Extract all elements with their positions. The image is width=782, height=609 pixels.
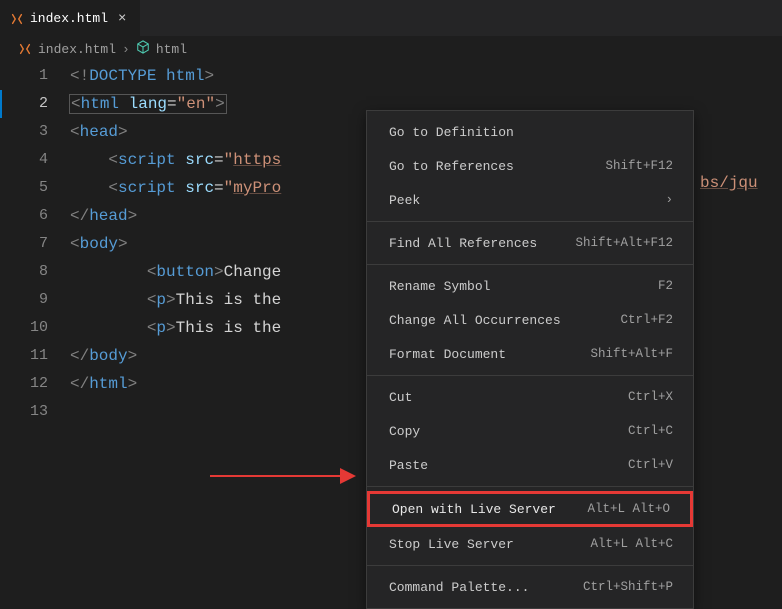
menu-item-label: Change All Occurrences [389, 313, 561, 328]
menu-item-label: Format Document [389, 347, 506, 362]
menu-item-cut[interactable]: Cut Ctrl+X [367, 380, 693, 414]
menu-item-go-to-references[interactable]: Go to References Shift+F12 [367, 149, 693, 183]
chevron-right-icon: › [665, 193, 673, 207]
menu-item-label: Rename Symbol [389, 279, 490, 294]
close-icon[interactable]: × [114, 11, 130, 27]
menu-item-rename-symbol[interactable]: Rename Symbol F2 [367, 269, 693, 303]
menu-item-format-document[interactable]: Format Document Shift+Alt+F [367, 337, 693, 371]
menu-separator [367, 221, 693, 222]
menu-separator [367, 486, 693, 487]
breadcrumb-file[interactable]: index.html [38, 42, 116, 57]
html-file-icon [18, 42, 32, 56]
menu-item-label: Go to Definition [389, 125, 514, 140]
menu-item-paste[interactable]: Paste Ctrl+V [367, 448, 693, 482]
menu-item-label: Peek [389, 193, 420, 208]
menu-item-change-all-occurrences[interactable]: Change All Occurrences Ctrl+F2 [367, 303, 693, 337]
menu-item-shortcut: Shift+Alt+F12 [575, 236, 673, 250]
menu-item-shortcut: Alt+L Alt+C [590, 537, 673, 551]
line-number: 4 [0, 146, 70, 174]
menu-item-open-with-live-server[interactable]: Open with Live Server Alt+L Alt+O [367, 491, 693, 527]
menu-item-shortcut: F2 [658, 279, 673, 293]
menu-item-label: Go to References [389, 159, 514, 174]
menu-separator [367, 565, 693, 566]
line-number: 10 [0, 314, 70, 342]
html-file-icon [10, 12, 24, 26]
menu-item-find-all-references[interactable]: Find All References Shift+Alt+F12 [367, 226, 693, 260]
menu-item-stop-live-server[interactable]: Stop Live Server Alt+L Alt+C [367, 527, 693, 561]
line-number: 11 [0, 342, 70, 370]
menu-item-peek[interactable]: Peek › [367, 183, 693, 217]
chevron-right-icon: › [122, 42, 130, 57]
menu-item-copy[interactable]: Copy Ctrl+C [367, 414, 693, 448]
menu-item-shortcut: Ctrl+X [628, 390, 673, 404]
menu-separator [367, 375, 693, 376]
menu-item-label: Find All References [389, 236, 537, 251]
menu-separator [367, 264, 693, 265]
menu-item-label: Cut [389, 390, 412, 405]
code-overflow-text: bs/jqu [700, 174, 758, 192]
line-number: 2 [0, 90, 70, 118]
tab-index-html[interactable]: index.html × [0, 0, 140, 36]
line-number: 8 [0, 258, 70, 286]
line-number: 9 [0, 286, 70, 314]
line-number: 6 [0, 202, 70, 230]
breadcrumb-symbol[interactable]: html [156, 42, 187, 57]
menu-item-label: Copy [389, 424, 420, 439]
menu-item-command-palette[interactable]: Command Palette... Ctrl+Shift+P [367, 570, 693, 604]
annotation-arrow [210, 466, 360, 486]
line-number: 7 [0, 230, 70, 258]
line-number: 3 [0, 118, 70, 146]
menu-item-label: Open with Live Server [392, 502, 556, 517]
line-number: 12 [0, 370, 70, 398]
line-number: 1 [0, 62, 70, 90]
menu-item-shortcut: Ctrl+C [628, 424, 673, 438]
menu-item-shortcut: Ctrl+F2 [620, 313, 673, 327]
menu-item-label: Command Palette... [389, 580, 529, 595]
menu-item-shortcut: Alt+L Alt+O [587, 502, 670, 516]
tab-bar: index.html × [0, 0, 782, 36]
tab-label: index.html [30, 11, 108, 26]
menu-item-shortcut: Ctrl+V [628, 458, 673, 472]
menu-item-shortcut: Ctrl+Shift+P [583, 580, 673, 594]
menu-item-go-to-definition[interactable]: Go to Definition [367, 115, 693, 149]
menu-item-label: Stop Live Server [389, 537, 514, 552]
line-number: 13 [0, 398, 70, 426]
menu-item-shortcut: Shift+Alt+F [590, 347, 673, 361]
menu-item-shortcut: Shift+F12 [605, 159, 673, 173]
symbol-icon [136, 40, 150, 58]
context-menu: Go to Definition Go to References Shift+F1… [366, 110, 694, 609]
code-line: 1<!DOCTYPE html> [0, 62, 782, 90]
breadcrumb: index.html › html [0, 36, 782, 62]
line-number: 5 [0, 174, 70, 202]
menu-item-label: Paste [389, 458, 428, 473]
